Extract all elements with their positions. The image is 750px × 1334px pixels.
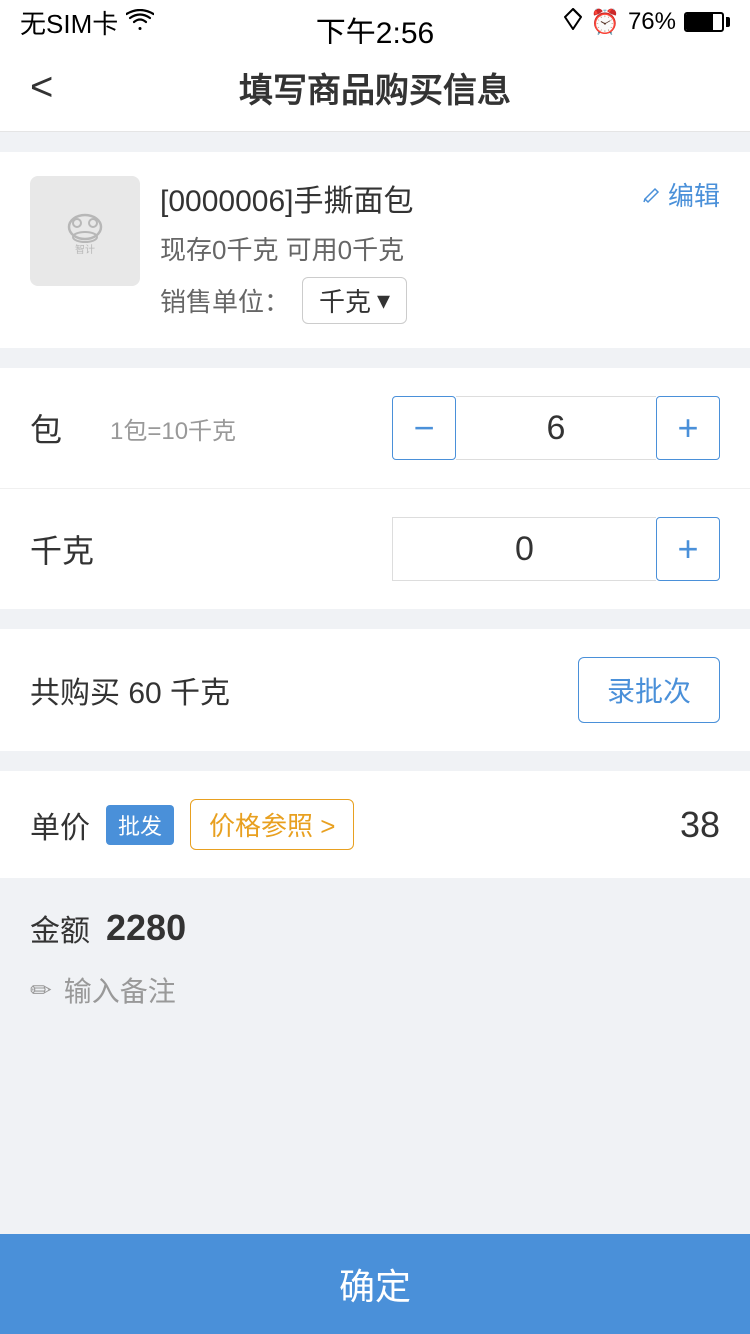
summary-text: 共购买 60 千克	[30, 668, 230, 712]
package-quantity-input[interactable]	[456, 396, 656, 460]
page-title: 填写商品购买信息	[239, 63, 511, 112]
kg-quantity-controls: +	[392, 517, 720, 581]
price-section: 单价 批发 价格参照 > 38	[0, 771, 750, 878]
package-minus-button[interactable]: −	[392, 396, 456, 460]
amount-row: 金额 2280	[30, 906, 720, 950]
status-right: ⏰ 76%	[564, 8, 730, 37]
confirm-button[interactable]: 确定	[0, 1234, 750, 1334]
edit-button[interactable]: 编辑	[642, 176, 720, 213]
nav-bar: < 填写商品购买信息	[0, 44, 750, 132]
status-left: 无SIM卡	[20, 4, 154, 41]
product-unit-row: 销售单位： 千克 ▾	[160, 277, 720, 324]
location-icon	[564, 8, 582, 37]
remark-text: 输入备注	[64, 970, 176, 1010]
remark-row[interactable]: ✏ 输入备注	[30, 970, 720, 1010]
package-row: 包 1包=10千克 − +	[0, 368, 750, 489]
product-card: 智计 [0000006]手撕面包 现存0千克 可用0千克 销售单位： 千克 ▾ …	[0, 152, 750, 348]
price-label: 单价	[30, 803, 90, 847]
amount-value: 2280	[106, 907, 186, 949]
back-button[interactable]: <	[30, 65, 53, 110]
package-hint: 1包=10千克	[110, 411, 392, 446]
product-thumbnail: 智计	[30, 176, 140, 286]
price-tag: 批发	[106, 805, 174, 845]
unit-label: 销售单位：	[160, 282, 290, 319]
summary-section: 共购买 60 千克 录批次	[0, 629, 750, 751]
unit-select[interactable]: 千克 ▾	[302, 277, 407, 324]
kg-plus-button[interactable]: +	[656, 517, 720, 581]
kg-row: 千克 +	[0, 489, 750, 609]
product-stock: 现存0千克 可用0千克	[160, 230, 720, 267]
remark-icon: ✏	[30, 975, 52, 1006]
product-name: [0000006]手撕面包	[160, 176, 720, 220]
battery-icon	[684, 12, 730, 32]
batch-button[interactable]: 录批次	[578, 657, 720, 723]
alarm-icon: ⏰	[590, 8, 620, 37]
svg-text:智计: 智计	[75, 243, 95, 256]
amount-label: 金额	[30, 906, 90, 950]
product-info: [0000006]手撕面包 现存0千克 可用0千克 销售单位： 千克 ▾	[160, 176, 720, 324]
package-label: 包	[30, 405, 110, 451]
price-ref-button[interactable]: 价格参照 >	[190, 799, 354, 850]
wifi-icon	[126, 7, 154, 38]
package-plus-button[interactable]: +	[656, 396, 720, 460]
amount-section: 金额 2280 ✏ 输入备注	[0, 878, 750, 1030]
kg-label: 千克	[30, 526, 392, 572]
price-value: 38	[680, 804, 720, 846]
carrier-text: 无SIM卡	[20, 4, 118, 41]
status-bar: 无SIM卡 下午2:56 ⏰ 76%	[0, 0, 750, 44]
package-quantity-controls: − +	[392, 396, 720, 460]
kg-quantity-input[interactable]	[392, 517, 656, 581]
battery-percent: 76%	[628, 8, 676, 36]
quantity-section: 包 1包=10千克 − + 千克 +	[0, 368, 750, 609]
